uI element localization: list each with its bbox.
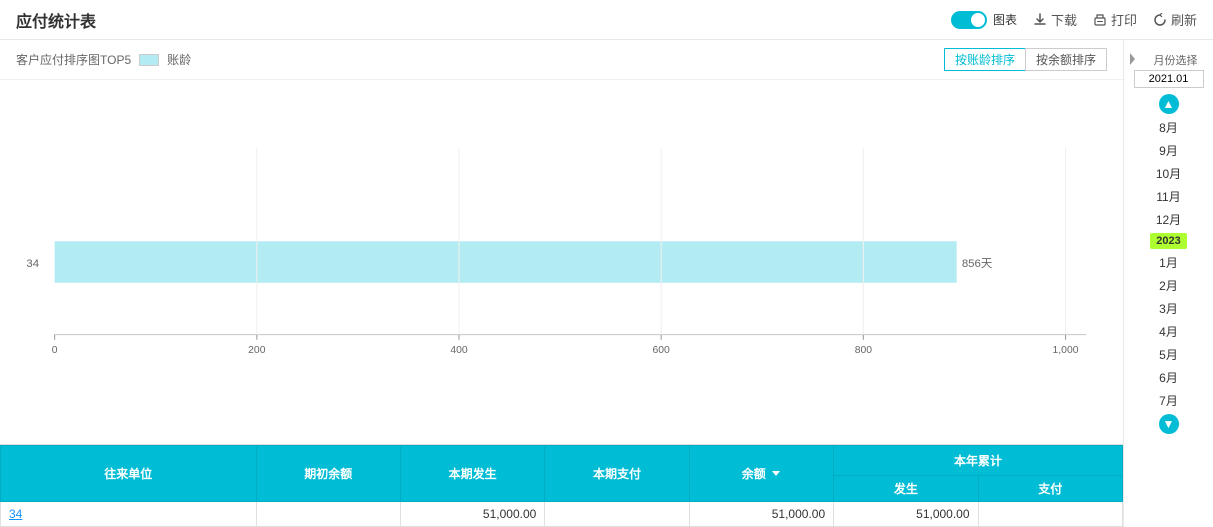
cell-unit[interactable]: 34 [1,502,257,527]
y-axis-label: 34 [26,258,39,270]
data-table: 往来单位 期初余额 本期发生 本期支付 余额 本年累计 [0,445,1123,527]
sort-by-balance-button[interactable]: 按余额排序 [1025,48,1107,71]
download-button[interactable]: 下载 [1033,10,1077,29]
toggle-label: 图表 [993,11,1017,28]
chart-sort-buttons: 按账龄排序 按余额排序 [944,48,1107,71]
sidebar-up-button[interactable]: ▲ [1159,94,1179,114]
col-opening: 期初余额 [256,446,400,502]
page-title: 应付统计表 [16,8,96,32]
cell-current-pay [545,502,689,527]
download-icon [1033,13,1047,27]
sidebar-down-button[interactable]: ▼ [1159,414,1179,434]
cell-opening [256,502,400,527]
refresh-button[interactable]: 刷新 [1153,10,1197,29]
sidebar-month-4[interactable]: 4月 [1124,320,1213,343]
sidebar-month-12[interactable]: 12月 [1124,208,1213,231]
sidebar-month-1[interactable]: 1月 [1124,251,1213,274]
chart-toggle[interactable] [951,11,987,29]
chart-header: 客户应付排序图TOP5 账龄 按账龄排序 按余额排序 [0,40,1123,80]
chart-legend: 客户应付排序图TOP5 账龄 [16,51,191,68]
refresh-label: 刷新 [1171,10,1197,29]
cell-year-occur: 51,000.00 [834,502,978,527]
sidebar: 月份选择 ▲ 8月 9月 10月 11月 12月 2023 1月 2月 3月 4… [1123,40,1213,527]
balance-label: 余额 [742,467,766,481]
sidebar-month-7[interactable]: 7月 [1124,389,1213,412]
sidebar-title: 月份选择 [1142,48,1209,70]
print-icon [1093,13,1107,27]
sidebar-month-8[interactable]: 8月 [1124,116,1213,139]
cell-year-pay [978,502,1122,527]
app-container: 应付统计表 图表 下载 打印 刷新 [0,0,1213,527]
chart-section: 客户应付排序图TOP5 账龄 按账龄排序 按余额排序 34 [0,40,1123,527]
balance-sort-icon [771,468,781,478]
col-current-pay: 本期支付 [545,446,689,502]
print-button[interactable]: 打印 [1093,10,1137,29]
cell-current-occur: 51,000.00 [400,502,544,527]
sidebar-month-2[interactable]: 2月 [1124,274,1213,297]
col-current-occur: 本期发生 [400,446,544,502]
sidebar-month-10[interactable]: 10月 [1124,162,1213,185]
refresh-icon [1153,13,1167,27]
sidebar-month-11[interactable]: 11月 [1124,185,1213,208]
svg-text:800: 800 [855,345,873,356]
table-wrapper: 往来单位 期初余额 本期发生 本期支付 余额 本年累计 [0,445,1123,527]
legend-title: 客户应付排序图TOP5 [16,51,131,68]
bar-end-label: 856天 [962,258,992,270]
sidebar-year-label[interactable]: 2023 [1150,233,1186,249]
cell-balance: 51,000.00 [689,502,833,527]
sidebar-month-5[interactable]: 5月 [1124,343,1213,366]
col-unit: 往来单位 [1,446,257,502]
svg-text:200: 200 [248,345,266,356]
col-year-pay: 支付 [978,476,1122,502]
svg-text:1,000: 1,000 [1053,345,1079,356]
svg-text:400: 400 [450,345,468,356]
sort-by-age-button[interactable]: 按账龄排序 [944,48,1025,71]
table-section: 往来单位 期初余额 本期发生 本期支付 余额 本年累计 [0,444,1123,527]
header-actions: 图表 下载 打印 刷新 [951,10,1197,29]
col-balance: 余额 [689,446,833,502]
print-label: 打印 [1111,10,1137,29]
col-year-occur: 发生 [834,476,978,502]
download-label: 下载 [1051,10,1077,29]
year-input[interactable] [1134,70,1204,88]
legend-box [139,54,159,66]
chart-area: 34 856天 0 200 [0,80,1123,444]
sidebar-month-3[interactable]: 3月 [1124,297,1213,320]
sidebar-month-6[interactable]: 6月 [1124,366,1213,389]
legend-label: 账龄 [167,51,191,68]
chart-toggle-wrap: 图表 [951,11,1017,29]
col-year-group: 本年累计 [834,446,1123,476]
main-content: 客户应付排序图TOP5 账龄 按账龄排序 按余额排序 34 [0,40,1213,527]
header: 应付统计表 图表 下载 打印 刷新 [0,0,1213,40]
svg-text:0: 0 [52,345,58,356]
chart-bar [55,241,957,282]
chart-svg: 34 856天 0 200 [8,90,1107,434]
sidebar-month-9[interactable]: 9月 [1124,139,1213,162]
table-row: 34 51,000.00 51,000.00 51,000.00 [1,502,1123,527]
sidebar-expand-icon[interactable] [1128,51,1138,67]
svg-text:600: 600 [653,345,671,356]
